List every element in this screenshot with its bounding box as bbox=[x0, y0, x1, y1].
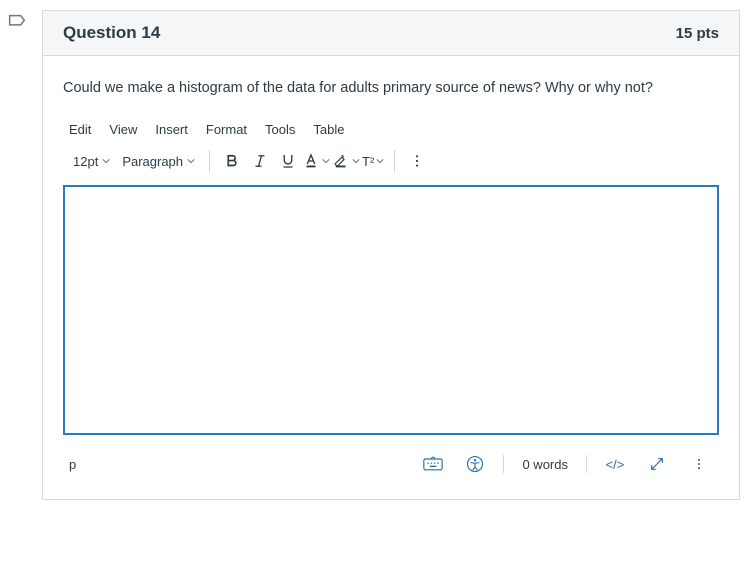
fullscreen-button[interactable] bbox=[643, 450, 671, 478]
chevron-down-icon bbox=[322, 157, 330, 165]
highlight-icon bbox=[332, 152, 350, 170]
chevron-down-icon bbox=[376, 157, 384, 165]
question-points: 15 pts bbox=[676, 25, 719, 42]
menu-edit[interactable]: Edit bbox=[69, 122, 91, 137]
editor-statusbar: p bbox=[63, 449, 719, 479]
chevron-down-icon bbox=[187, 157, 195, 165]
accessibility-icon bbox=[466, 455, 484, 473]
separator bbox=[394, 150, 395, 172]
question-prompt: Could we make a histogram of the data fo… bbox=[63, 80, 719, 96]
superscript-button[interactable]: T² bbox=[362, 147, 386, 175]
menu-table[interactable]: Table bbox=[313, 122, 344, 137]
underline-button[interactable] bbox=[274, 147, 302, 175]
bookmark-icon[interactable] bbox=[6, 12, 28, 39]
separator bbox=[586, 455, 587, 473]
text-color-icon bbox=[302, 152, 320, 170]
question-title: Question 14 bbox=[63, 23, 160, 43]
kebab-icon bbox=[692, 457, 706, 471]
more-toolbar-button[interactable] bbox=[403, 147, 431, 175]
menu-format[interactable]: Format bbox=[206, 122, 247, 137]
menu-tools[interactable]: Tools bbox=[265, 122, 295, 137]
accessibility-checker-button[interactable] bbox=[461, 450, 489, 478]
superscript-label: T² bbox=[362, 154, 374, 169]
bold-button[interactable] bbox=[218, 147, 246, 175]
block-format-select[interactable]: Paragraph bbox=[116, 147, 201, 175]
more-status-button[interactable] bbox=[685, 450, 713, 478]
expand-icon bbox=[649, 456, 665, 472]
keyboard-icon bbox=[423, 456, 443, 472]
chevron-down-icon bbox=[352, 157, 360, 165]
question-header: Question 14 15 pts bbox=[43, 11, 739, 56]
keyboard-shortcuts-button[interactable] bbox=[419, 450, 447, 478]
separator bbox=[503, 455, 504, 473]
editor-menubar: Edit View Insert Format Tools Table bbox=[63, 122, 719, 145]
highlight-color-button[interactable] bbox=[332, 147, 362, 175]
block-format-label: Paragraph bbox=[122, 154, 183, 169]
element-path[interactable]: p bbox=[69, 457, 76, 472]
chevron-down-icon bbox=[102, 157, 110, 165]
menu-insert[interactable]: Insert bbox=[155, 122, 188, 137]
italic-icon bbox=[251, 152, 269, 170]
code-icon: </> bbox=[606, 457, 625, 472]
italic-button[interactable] bbox=[246, 147, 274, 175]
question-body: Could we make a histogram of the data fo… bbox=[43, 56, 739, 499]
editor-toolbar: 12pt Paragraph bbox=[63, 145, 719, 185]
kebab-icon bbox=[409, 153, 425, 169]
underline-icon bbox=[279, 152, 297, 170]
font-size-select[interactable]: 12pt bbox=[67, 147, 116, 175]
html-view-button[interactable]: </> bbox=[601, 450, 629, 478]
bold-icon bbox=[223, 152, 241, 170]
menu-view[interactable]: View bbox=[109, 122, 137, 137]
separator bbox=[209, 150, 210, 172]
text-color-button[interactable] bbox=[302, 147, 332, 175]
font-size-label: 12pt bbox=[73, 154, 98, 169]
answer-editor[interactable] bbox=[63, 185, 719, 435]
question-card: Question 14 15 pts Could we make a histo… bbox=[42, 10, 740, 500]
word-count: 0 words bbox=[518, 457, 572, 472]
